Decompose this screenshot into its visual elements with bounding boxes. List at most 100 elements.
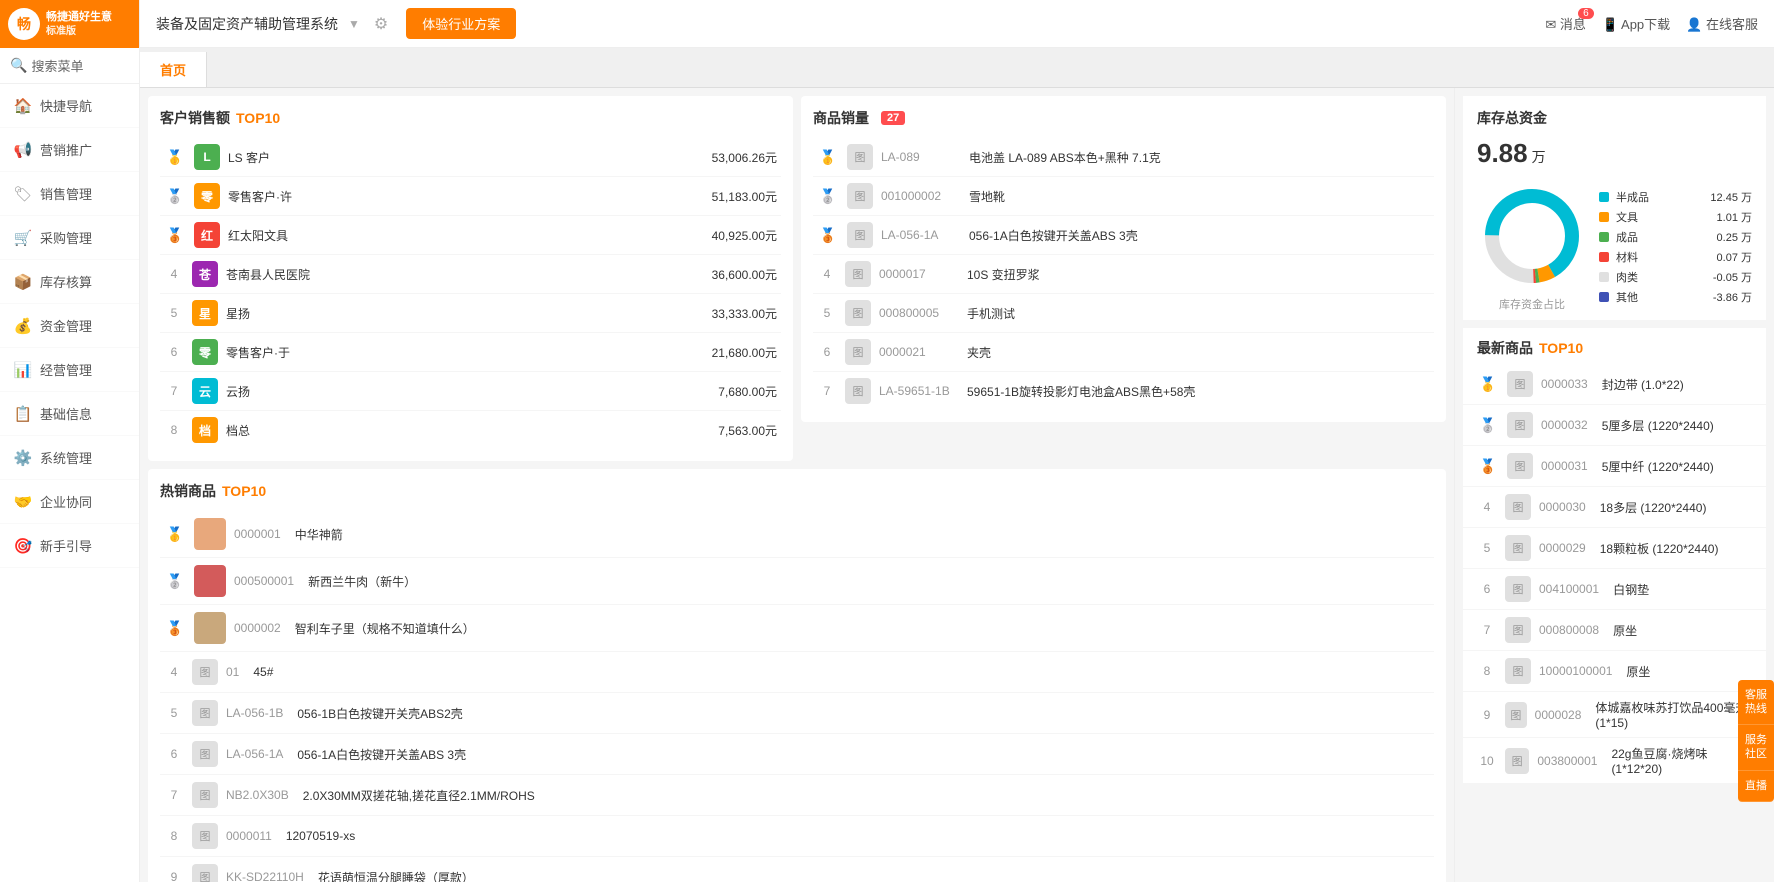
product-name: 新西兰牛肉（新牛） <box>308 573 416 590</box>
sidebar-item-purchase[interactable]: 🛒 采购管理 <box>0 216 139 260</box>
rank-medal: 🥇 <box>164 146 186 168</box>
finance-icon: 💰 <box>14 317 32 335</box>
legend-name: 成品 <box>1616 229 1638 245</box>
legend-value: 0.07 万 <box>1717 249 1752 265</box>
inventory-icon: 📦 <box>14 273 32 291</box>
cooperation-icon: 🤝 <box>14 493 32 511</box>
rank-num: 6 <box>1477 582 1497 596</box>
legend-item: 肉类 -0.05 万 <box>1599 267 1752 287</box>
customer-amount: 51,183.00元 <box>712 188 777 205</box>
product-code: 004100001 <box>1539 582 1599 596</box>
rank-medal: 🥇 <box>1477 373 1499 395</box>
customer-name: 红太阳文具 <box>228 227 704 244</box>
customer-name: 零售客户·于 <box>226 344 704 361</box>
product-code: 000500001 <box>234 574 294 588</box>
sidebar-search[interactable]: 🔍 搜索菜单 <box>0 48 139 84</box>
sidebar-item-sales[interactable]: 🏷 销售管理 <box>0 172 139 216</box>
hot-product-item: 8 图 0000011 12070519-xs <box>160 816 1434 857</box>
legend-dot <box>1599 212 1609 222</box>
product-name: 18多层 (1220*2440) <box>1600 499 1707 516</box>
product-name: 056-1A白色按键开关盖ABS 3壳 <box>297 746 466 763</box>
sidebar-item-marketing[interactable]: 📢 营销推广 <box>0 128 139 172</box>
rank-medal: 🥈 <box>1477 414 1499 436</box>
product-thumb: 图 <box>1507 371 1533 397</box>
product-placeholder: 图 <box>192 823 218 849</box>
trial-button[interactable]: 体验行业方案 <box>406 8 516 39</box>
sidebar-item-system[interactable]: ⚙️ 系统管理 <box>0 436 139 480</box>
customer-name: 零售客户·许 <box>228 188 704 205</box>
product-code: LA-59651-1B <box>879 384 959 398</box>
content-right: 库存总资金 9.88 万 <box>1454 88 1774 882</box>
new-product-item: 10 图 003800001 22g鱼豆腐·烧烤味 (1*12*20) <box>1463 738 1766 783</box>
float-buttons: 客服热线 服务社区 直播 <box>1738 680 1774 802</box>
product-thumb: 图 <box>845 339 871 365</box>
product-image <box>194 518 226 550</box>
customer-avatar: 零 <box>194 183 220 209</box>
float-btn-live[interactable]: 直播 <box>1738 771 1774 802</box>
product-sale-name: 雪地靴 <box>969 188 1430 205</box>
float-btn-community[interactable]: 服务社区 <box>1738 725 1774 771</box>
customer-avatar: 苍 <box>192 261 218 287</box>
product-sales-badge: 27 <box>881 111 905 125</box>
sidebar-item-management[interactable]: 📊 经营管理 <box>0 348 139 392</box>
sidebar-item-cooperation[interactable]: 🤝 企业协同 <box>0 480 139 524</box>
sidebar-item-inventory[interactable]: 📦 库存核算 <box>0 260 139 304</box>
logo-icon: 畅 <box>8 8 40 40</box>
product-sale-name: 10S 变扭罗浆 <box>967 266 1430 283</box>
hot-product-item: 6 图 LA-056-1A 056-1A白色按键开关盖ABS 3壳 <box>160 734 1434 775</box>
legend-name: 半成品 <box>1616 189 1649 205</box>
inventory-card: 库存总资金 9.88 万 <box>1463 96 1766 320</box>
content-area: 客户销售额 TOP10 🥇 L LS 客户 53,006.26元 🥈 零 零售客… <box>140 88 1774 882</box>
app-download-button[interactable]: 📱 App下载 <box>1602 14 1670 33</box>
legend-dot <box>1599 192 1609 202</box>
rank-num: 9 <box>1477 708 1497 722</box>
sidebar-item-finance[interactable]: 💰 资金管理 <box>0 304 139 348</box>
product-image <box>194 612 226 644</box>
product-sales-title: 商品销量 27 <box>813 108 1434 128</box>
product-name: 056-1B白色按键开关壳ABS2壳 <box>297 705 462 722</box>
tab-home[interactable]: 首页 <box>140 52 207 87</box>
rank-medal: 🥉 <box>164 617 186 639</box>
online-service-button[interactable]: 👤 在线客服 <box>1686 14 1758 33</box>
product-code: 0000017 <box>879 267 959 281</box>
customer-amount: 7,563.00元 <box>718 422 777 439</box>
float-btn-hotline[interactable]: 客服热线 <box>1738 680 1774 726</box>
legend-item: 半成品 12.45 万 <box>1599 187 1752 207</box>
product-sales-list: 🥇 图 LA-089 电池盖 LA-089 ABS本色+黑种 7.1克 🥈 图 … <box>813 138 1434 410</box>
service-icon: 👤 <box>1686 17 1702 32</box>
rank-medal: 🥇 <box>164 523 186 545</box>
sidebar-item-basic-info[interactable]: 📋 基础信息 <box>0 392 139 436</box>
customer-list-item: 5 星 星扬 33,333.00元 <box>160 294 781 333</box>
sidebar-item-guide[interactable]: 🎯 新手引导 <box>0 524 139 568</box>
product-thumb: 图 <box>1507 412 1533 438</box>
sidebar-item-quick-nav[interactable]: 🏠 快捷导航 <box>0 84 139 128</box>
product-sales-item: 🥇 图 LA-089 电池盖 LA-089 ABS本色+黑种 7.1克 <box>813 138 1434 177</box>
message-icon: ✉ <box>1545 17 1556 32</box>
product-sale-name: 59651-1B旋转投影灯电池盒ABS黑色+58壳 <box>967 383 1430 400</box>
hot-products-card: 热销商品 TOP10 🥇 0000001 中华神箭 🥈 000500001 新西… <box>148 469 1446 882</box>
hot-product-item: 🥉 0000002 智利车子里（规格不知道填什么） <box>160 605 1434 652</box>
message-button[interactable]: ✉ 消息 6 <box>1545 14 1586 33</box>
inventory-amount: 9.88 <box>1477 138 1528 169</box>
hot-product-item: 5 图 LA-056-1B 056-1B白色按键开关壳ABS2壳 <box>160 693 1434 734</box>
legend-item: 材料 0.07 万 <box>1599 247 1752 267</box>
dropdown-arrow-icon[interactable]: ▼ <box>348 17 360 31</box>
rank-medal: 🥉 <box>817 224 839 246</box>
product-thumb: 图 <box>1505 658 1531 684</box>
gear-icon[interactable]: ⚙ <box>374 14 388 34</box>
product-sales-top10-card: 商品销量 27 🥇 图 LA-089 电池盖 LA-089 ABS本色+黑种 7… <box>801 96 1446 461</box>
product-name: 白钢垫 <box>1613 581 1649 598</box>
legend-dot <box>1599 232 1609 242</box>
message-badge: 6 <box>1578 8 1594 19</box>
customer-top10-card: 客户销售额 TOP10 🥇 L LS 客户 53,006.26元 🥈 零 零售客… <box>148 96 793 461</box>
product-code: 0000002 <box>234 621 281 635</box>
product-thumb: 图 <box>1505 702 1527 728</box>
customer-avatar: 零 <box>192 339 218 365</box>
rank-num: 7 <box>1477 623 1497 637</box>
sidebar: 畅 畅捷通好生意 标准版 🔍 搜索菜单 🏠 快捷导航 📢 营销推广 🏷 销售管理… <box>0 0 140 882</box>
legend-dot <box>1599 292 1609 302</box>
product-name: 中华神箭 <box>295 526 343 543</box>
rank-medal: 🥈 <box>817 185 839 207</box>
inventory-unit: 万 <box>1532 147 1546 167</box>
legend-dot <box>1599 272 1609 282</box>
